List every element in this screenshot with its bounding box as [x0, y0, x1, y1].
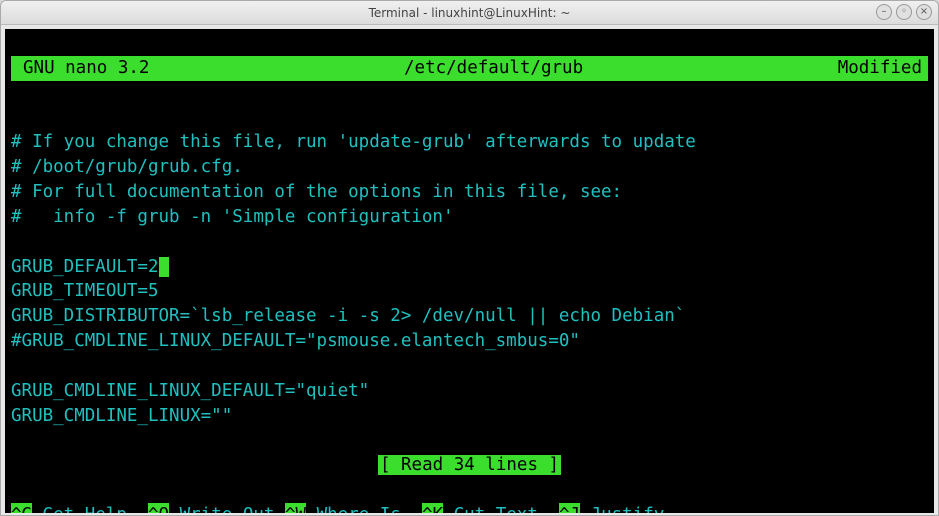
shortcut-label: Write Out	[169, 503, 285, 513]
nano-status-line: [ Read 34 lines ]	[11, 453, 928, 478]
text-cursor	[159, 257, 170, 276]
shortcut-key: ^O	[148, 503, 169, 513]
shortcut-get-help[interactable]: ^G Get Help	[11, 503, 148, 513]
file-line: # /boot/grub/grub.cfg.	[11, 157, 243, 177]
file-line: GRUB_DISTRIBUTOR=`lsb_release -i -s 2> /…	[11, 306, 685, 326]
file-line: # If you change this file, run 'update-g…	[11, 132, 696, 152]
window-title: Terminal - linuxhint@LinuxHint: ~	[369, 6, 571, 20]
shortcut-where-is[interactable]: ^W Where Is	[285, 503, 422, 513]
shortcut-bar: ^G Get Help ^O Write Out ^W Where Is ^K …	[11, 503, 928, 513]
shortcut-cut-text[interactable]: ^K Cut Text	[422, 503, 559, 513]
shortcut-key: ^G	[11, 503, 32, 513]
file-line: GRUB_CMDLINE_LINUX=""	[11, 406, 232, 426]
file-line: GRUB_TIMEOUT=5	[11, 281, 159, 301]
shortcut-justify[interactable]: ^J Justify	[559, 503, 664, 513]
nano-filepath: /etc/default/grub	[149, 56, 837, 81]
shortcut-write-out[interactable]: ^O Write Out	[148, 503, 285, 513]
status-text: [ Read 34 lines ]	[378, 455, 561, 475]
nano-state: Modified	[838, 56, 928, 81]
shortcut-key: ^W	[285, 503, 306, 513]
file-line: #GRUB_CMDLINE_LINUX_DEFAULT="psmouse.ela…	[11, 331, 580, 351]
file-line: # For full documentation of the options …	[11, 182, 622, 202]
shortcut-key: ^K	[422, 503, 443, 513]
file-line: # info -f grub -n 'Simple configuration'	[11, 207, 454, 227]
shortcut-key: ^J	[559, 503, 580, 513]
shortcut-label: Get Help	[32, 503, 148, 513]
window-controls: – ◦ ×	[876, 4, 932, 20]
window-titlebar: Terminal - linuxhint@LinuxHint: ~ – ◦ ×	[1, 1, 938, 25]
editor-content[interactable]: # If you change this file, run 'update-g…	[11, 106, 928, 429]
maximize-button[interactable]: ◦	[896, 4, 912, 20]
shortcut-label: Cut Text	[443, 503, 559, 513]
terminal-window: Terminal - linuxhint@LinuxHint: ~ – ◦ × …	[0, 0, 939, 516]
shortcut-row-1: ^G Get Help ^O Write Out ^W Where Is ^K …	[11, 503, 928, 513]
terminal-body[interactable]: GNU nano 3.2/etc/default/grubModified # …	[5, 29, 934, 513]
minimize-button[interactable]: –	[876, 4, 892, 20]
nano-app-name: GNU nano 3.2	[11, 56, 149, 81]
shortcut-label: Justify	[580, 503, 664, 513]
file-line: GRUB_DEFAULT=2	[11, 257, 159, 277]
shortcut-label: Where Is	[306, 503, 422, 513]
nano-header: GNU nano 3.2/etc/default/grubModified	[11, 56, 928, 81]
close-button[interactable]: ×	[916, 4, 932, 20]
file-line: GRUB_CMDLINE_LINUX_DEFAULT="quiet"	[11, 381, 369, 401]
